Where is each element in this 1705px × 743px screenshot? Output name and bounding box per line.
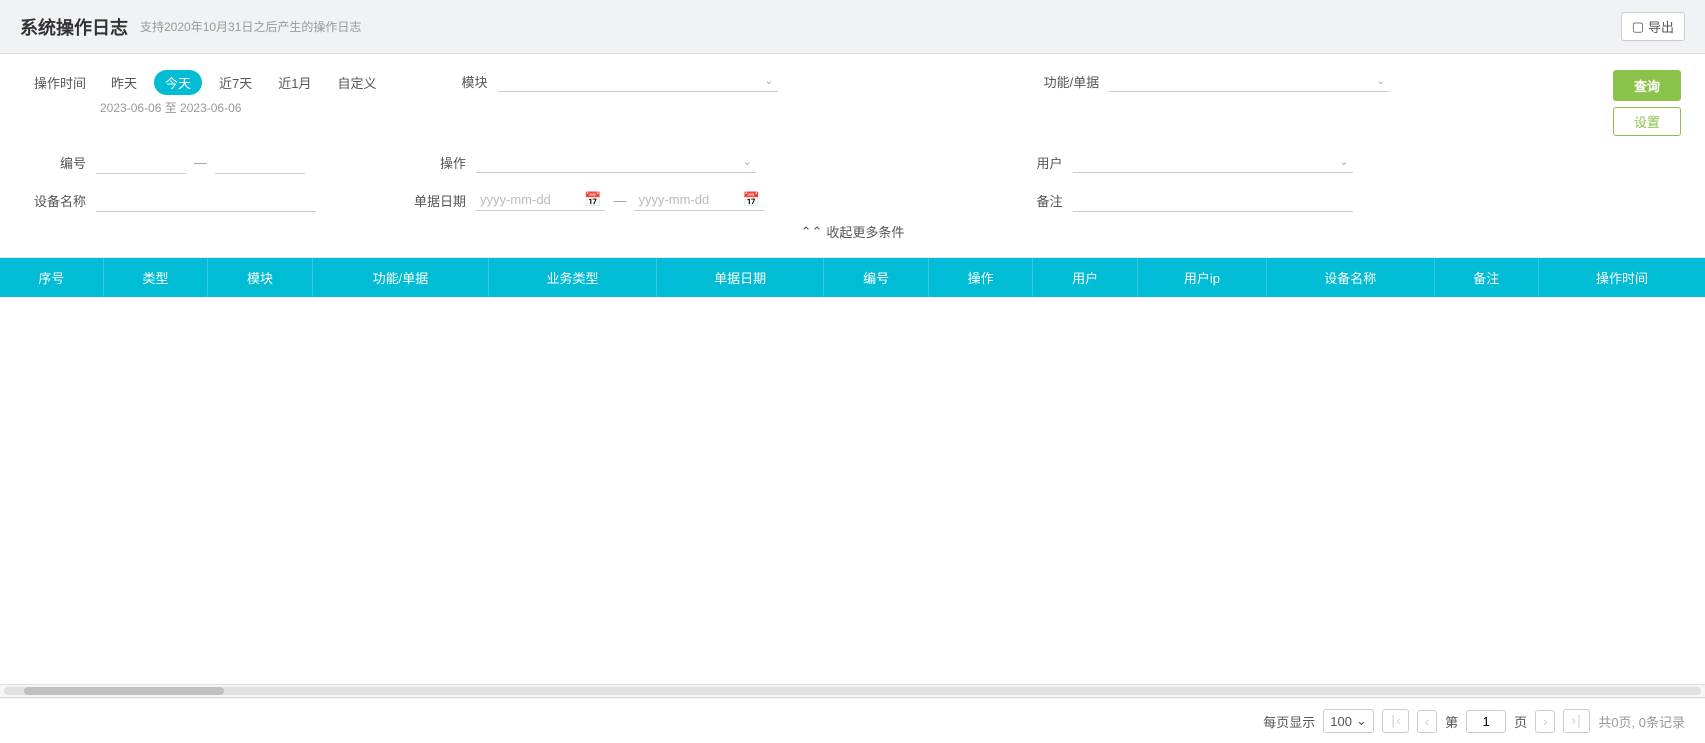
- time-option-7days[interactable]: 近7天: [210, 70, 261, 95]
- number-input-end[interactable]: [215, 150, 305, 174]
- col-device: 设备名称: [1266, 258, 1434, 297]
- operation-dropdown-icon: ⌄: [743, 155, 752, 168]
- remark-label: 备注: [993, 191, 1073, 210]
- number-input-start[interactable]: [96, 150, 186, 174]
- first-page-button[interactable]: ∣‹: [1382, 709, 1409, 733]
- page-unit: 页: [1514, 712, 1527, 731]
- remark-input[interactable]: [1073, 188, 1353, 212]
- time-option-today[interactable]: 今天: [154, 70, 202, 95]
- data-table: 序号 类型 模块 功能/单据 业务类型 单据日期 编号 操作 用户 用户ip 设…: [0, 258, 1705, 297]
- page-number-input[interactable]: [1466, 710, 1506, 733]
- col-function: 功能/单据: [312, 258, 488, 297]
- function-select[interactable]: ⌄: [1109, 70, 1389, 92]
- collapse-icon: ⌃⌃: [801, 224, 823, 240]
- operation-label: 操作: [404, 153, 476, 172]
- calendar-end-icon[interactable]: 📅: [742, 191, 759, 208]
- horizontal-scrollbar[interactable]: [0, 684, 1705, 698]
- export-button[interactable]: ▢ 导出: [1621, 12, 1685, 41]
- operation-select[interactable]: ⌄: [476, 151, 756, 173]
- per-page-label: 每页显示: [1263, 712, 1315, 731]
- time-options-group: 昨天 今天 近7天 近1月 自定义: [102, 70, 386, 95]
- device-input[interactable]: [96, 188, 316, 212]
- module-label: 模块: [426, 72, 498, 91]
- col-type: 类型: [103, 258, 207, 297]
- collapse-button[interactable]: ⌃⌃ 收起更多条件: [24, 222, 1681, 241]
- col-remark: 备注: [1434, 258, 1538, 297]
- per-page-value: 100: [1330, 714, 1352, 729]
- col-index: 序号: [0, 258, 103, 297]
- total-info: 共0页, 0条记录: [1598, 712, 1685, 731]
- module-select[interactable]: ⌄: [498, 70, 778, 92]
- settings-button[interactable]: 设置: [1613, 107, 1681, 136]
- time-label: 操作时间: [24, 73, 96, 92]
- user-select[interactable]: ⌄: [1073, 151, 1353, 173]
- number-label: 编号: [24, 153, 96, 172]
- date-end-wrap: 📅: [634, 189, 763, 211]
- per-page-dropdown-icon: ⌄: [1356, 713, 1367, 729]
- scrollbar-track: [4, 687, 1701, 695]
- time-range-display: 2023-06-06 至 2023-06-06: [100, 101, 241, 115]
- date-dash: —: [613, 193, 626, 208]
- export-icon: ▢: [1632, 19, 1644, 35]
- user-label: 用户: [993, 153, 1073, 172]
- col-user-ip: 用户ip: [1137, 258, 1266, 297]
- collapse-label: 收起更多条件: [826, 222, 904, 241]
- module-dropdown-icon: ⌄: [764, 74, 773, 87]
- col-operation: 操作: [928, 258, 1032, 297]
- col-number: 编号: [824, 258, 928, 297]
- scrollbar-thumb[interactable]: [24, 687, 224, 695]
- user-dropdown-icon: ⌄: [1339, 155, 1348, 168]
- voucher-date-label: 单据日期: [404, 191, 476, 210]
- col-module: 模块: [208, 258, 312, 297]
- col-biz-type: 业务类型: [489, 258, 657, 297]
- table-header-row: 序号 类型 模块 功能/单据 业务类型 单据日期 编号 操作 用户 用户ip 设…: [0, 258, 1705, 297]
- number-dash: —: [194, 155, 207, 170]
- page-label: 第: [1445, 712, 1458, 731]
- device-label: 设备名称: [24, 191, 96, 210]
- date-start-input[interactable]: [480, 192, 580, 207]
- empty-area: [0, 297, 1705, 637]
- prev-page-button[interactable]: ‹: [1417, 710, 1437, 733]
- function-dropdown-icon: ⌄: [1376, 74, 1385, 87]
- col-user: 用户: [1033, 258, 1137, 297]
- time-option-custom[interactable]: 自定义: [329, 70, 386, 95]
- page-title: 系统操作日志: [20, 14, 128, 40]
- calendar-start-icon[interactable]: 📅: [584, 191, 601, 208]
- last-page-button[interactable]: ›∣: [1563, 709, 1590, 733]
- pagination-bar: 每页显示 100 ⌄ ∣‹ ‹ 第 页 › ›∣ 共0页, 0条记录: [0, 698, 1705, 743]
- query-button[interactable]: 查询: [1613, 70, 1681, 101]
- next-page-button[interactable]: ›: [1535, 710, 1555, 733]
- col-op-time: 操作时间: [1539, 258, 1705, 297]
- page-subtitle: 支持2020年10月31日之后产生的操作日志: [140, 18, 361, 35]
- time-option-yesterday[interactable]: 昨天: [102, 70, 146, 95]
- time-option-1month[interactable]: 近1月: [269, 70, 320, 95]
- function-label: 功能/单据: [1029, 72, 1109, 91]
- col-voucher-date: 单据日期: [656, 258, 824, 297]
- date-end-input[interactable]: [638, 192, 738, 207]
- per-page-select[interactable]: 100 ⌄: [1323, 709, 1374, 733]
- date-start-wrap: 📅: [476, 189, 605, 211]
